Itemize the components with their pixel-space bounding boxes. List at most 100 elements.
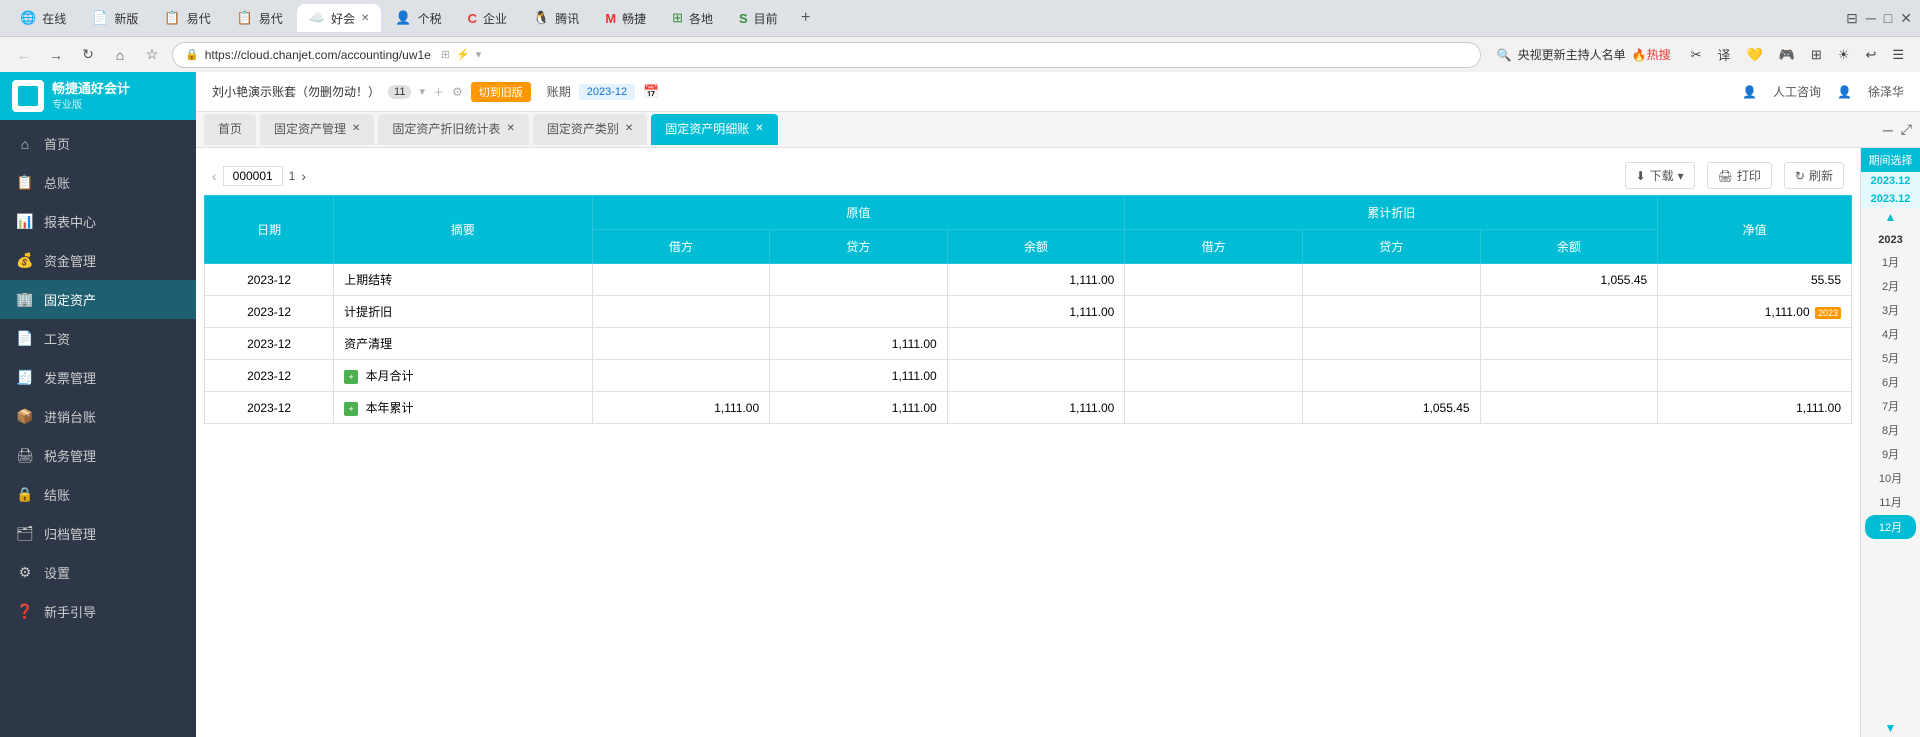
prev-page-button[interactable]: ‹ [212,168,217,184]
cell-accum-debit [1125,392,1303,424]
cell-orig-debit [592,264,770,296]
row-expand-icon[interactable]: + [344,402,358,416]
sidebar-item-funds[interactable]: 💰 资金管理 [0,241,196,280]
wallet-icon[interactable]: 💛 [1743,45,1767,65]
home-button[interactable]: ⌂ [108,43,132,67]
page-tab-category-close[interactable]: ✕ [625,123,633,134]
menu-icon[interactable]: ☰ [1888,45,1908,65]
next-page-button[interactable]: › [301,168,306,184]
sidebar-item-home[interactable]: ⌂ 首页 [0,124,196,163]
sidebar-item-ledger[interactable]: 📋 总账 [0,163,196,202]
sidebar-item-fixed-assets[interactable]: 🏢 固定资产 [0,280,196,319]
sidebar-item-purchases[interactable]: 📦 进销台账 [0,397,196,436]
tab-menu-icon[interactable]: ⊟ [1846,10,1858,27]
window-minimize[interactable]: ─ [1866,10,1876,26]
account-settings-icon[interactable]: ⚙ [452,85,463,99]
period-scroll-up[interactable]: ▲ [1861,208,1920,226]
add-tab-button[interactable]: + [792,4,820,32]
period-month-5[interactable]: 5月 [1861,346,1920,370]
page-tab-category[interactable]: 固定资产类别 ✕ [533,114,647,145]
bookmark-button[interactable]: ☆ [140,43,164,67]
expand-tab-icon[interactable]: ⤢ [1901,121,1912,138]
period-month-4[interactable]: 4月 [1861,322,1920,346]
site-settings-icon[interactable]: ⊞ [441,48,450,61]
url-dropdown-icon[interactable]: ▾ [476,48,482,61]
url-bar[interactable]: 🔒 https://cloud.chanjet.com/accounting/u… [172,42,1481,68]
print-button[interactable]: 🖨 打印 [1707,162,1772,189]
window-maximize[interactable]: □ [1884,10,1892,26]
refresh-button[interactable]: ↻ 刷新 [1784,162,1844,189]
period-month-11[interactable]: 11月 [1861,490,1920,514]
sidebar-item-archive[interactable]: 🗂 归档管理 [0,514,196,553]
brightness-icon[interactable]: ☀ [1834,45,1854,65]
period-month-10[interactable]: 10月 [1861,466,1920,490]
forward-button[interactable]: → [44,43,68,67]
page-number-input[interactable] [223,166,283,186]
sidebar-item-tax[interactable]: 🖨 税务管理 [0,436,196,475]
period-value: 2023-12 [579,84,635,100]
row-expand-icon[interactable]: + [344,370,358,384]
user-label[interactable]: 徐泽华 [1868,83,1904,100]
page-tab-fixed-mgmt[interactable]: 固定资产管理 ✕ [260,114,374,145]
account-dropdown[interactable]: ▾ [419,85,425,98]
calendar-icon[interactable]: 📅 [643,84,659,100]
tab-geshui[interactable]: 👤 个税 [383,4,453,32]
tab-chang[interactable]: M 畅捷 [593,4,658,32]
back-button[interactable]: ← [12,43,36,67]
scissors-icon[interactable]: ✂ [1687,45,1706,65]
download-button[interactable]: ⬇ 下载 ▾ [1625,162,1695,189]
tab-mubiao[interactable]: S 目前 [727,4,790,32]
sidebar-item-archive-label: 归档管理 [44,524,96,543]
sidebar-item-home-label: 首页 [44,134,70,153]
grid-icon[interactable]: ⊞ [1807,45,1826,65]
period-month-3[interactable]: 3月 [1861,298,1920,322]
period-month-7[interactable]: 7月 [1861,394,1920,418]
main-content: 刘小艳演示账套（勿删勿动！） 11 ▾ ＋ ⚙ 切到旧版 账期 2023-12 … [196,72,1920,737]
page-tab-detail-close[interactable]: ✕ [755,123,763,134]
page-tab-home[interactable]: 首页 [204,114,256,145]
translate-icon[interactable]: 译 [1713,43,1734,66]
sidebar-item-payroll[interactable]: 📄 工资 [0,319,196,358]
tab-haohui[interactable]: ☁️ 好会 ✕ [297,4,382,32]
hot-search-label[interactable]: 🔥热搜 [1632,46,1671,63]
tab-online[interactable]: 🌐 在线 [8,4,78,32]
sidebar-item-closing[interactable]: 🔒 结账 [0,475,196,514]
period-month-12[interactable]: 12月 [1865,515,1916,539]
page-tab-depreciation-close[interactable]: ✕ [506,123,514,134]
content-toolbar: ‹ 1 › ⬇ 下载 ▾ 🖨 打印 [204,156,1852,195]
sidebar-item-invoice[interactable]: 🧾 发票管理 [0,358,196,397]
page-tab-fixed-mgmt-close[interactable]: ✕ [352,123,360,134]
sidebar-item-reports[interactable]: 📊 报表中心 [0,202,196,241]
app-container: 畅捷通好会计 专业版 ⌂ 首页 📋 总账 📊 报表中心 💰 资金管理 🏢 [0,72,1920,737]
sidebar-item-payroll-label: 工资 [44,329,70,348]
period-month-2[interactable]: 2月 [1861,274,1920,298]
sidebar-item-settings[interactable]: ⚙ 设置 [0,553,196,592]
period-scroll-down[interactable]: ▼ [1861,719,1920,737]
tab-tencent[interactable]: 🐧 腾讯 [521,4,591,32]
tab-gedi[interactable]: ⊞ 各地 [660,4,725,32]
help-label[interactable]: 人工咨询 [1773,83,1821,100]
tab-qiye[interactable]: C 企业 [456,4,519,32]
gamepad-icon[interactable]: 🎮 [1775,45,1799,65]
help-icon: 👤 [1742,85,1757,99]
window-close[interactable]: ✕ [1900,10,1912,27]
sidebar-item-tutorial[interactable]: ❓ 新手引导 [0,592,196,631]
sidebar-item-closing-label: 结账 [44,485,70,504]
tab-new[interactable]: 📄 新版 [80,4,150,32]
period-month-8[interactable]: 8月 [1861,418,1920,442]
tab-yidai1[interactable]: 📋 易代 [152,4,222,32]
period-month-6[interactable]: 6月 [1861,370,1920,394]
tab-yidai2[interactable]: 📋 易代 [225,4,295,32]
switch-version-button[interactable]: 切到旧版 [471,82,531,102]
cell-accum-balance: 1,055.45 [1480,264,1658,296]
tab-haohui-close[interactable]: ✕ [361,13,369,24]
period-month-9[interactable]: 9月 [1861,442,1920,466]
refresh-button[interactable]: ↻ [76,43,100,67]
page-tab-depreciation[interactable]: 固定资产折旧统计表 ✕ [378,114,528,145]
period-month-1[interactable]: 1月 [1861,250,1920,274]
minimize-tab-icon[interactable]: ─ [1883,122,1893,138]
download-dropdown[interactable]: ▾ [1678,169,1684,183]
add-account-button[interactable]: ＋ [433,84,444,100]
page-tab-detail[interactable]: 固定资产明细账 ✕ [651,114,777,145]
undo-icon[interactable]: ↩ [1861,45,1880,65]
